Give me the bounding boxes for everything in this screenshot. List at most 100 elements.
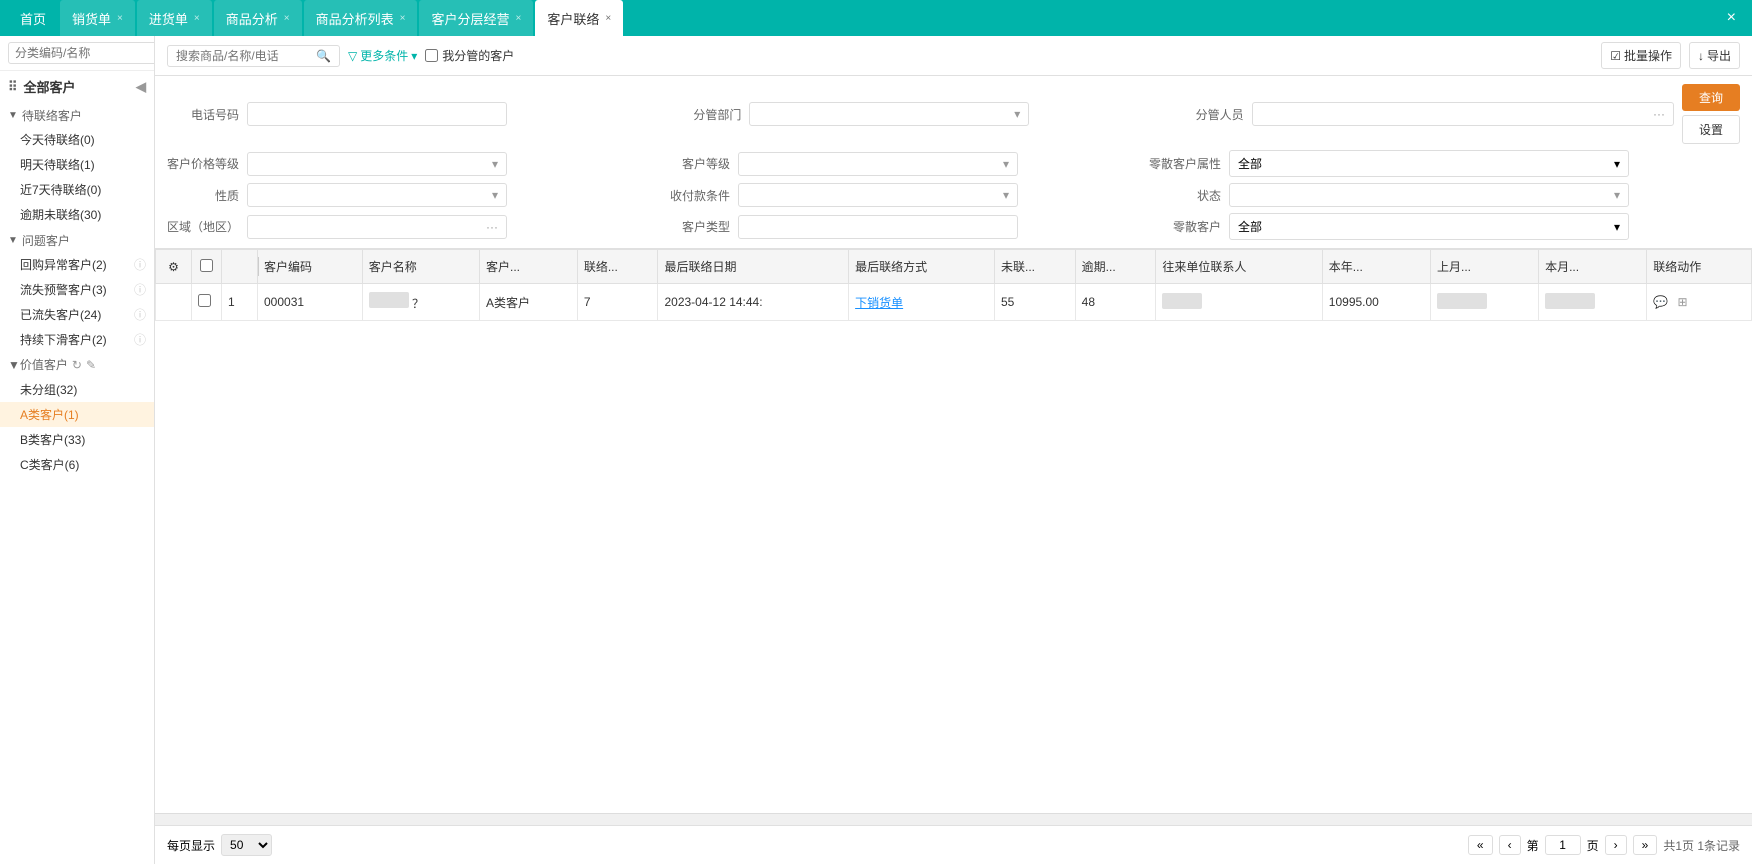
- all-customers-header[interactable]: ⠿ 全部客户 ◀: [0, 71, 154, 102]
- th-this-month[interactable]: 本月...: [1539, 250, 1647, 284]
- last-method-link[interactable]: 下销货单: [855, 296, 903, 310]
- nav-tab-sales[interactable]: 销货单 ×: [60, 0, 135, 36]
- price-level-select[interactable]: ▾: [247, 152, 507, 176]
- horizontal-scrollbar[interactable]: [155, 813, 1752, 825]
- tab-customer-contact-close[interactable]: ×: [605, 13, 611, 24]
- sidebar-item-ungrouped[interactable]: 未分组(32): [0, 377, 154, 402]
- more-conditions-label: 更多条件: [360, 47, 408, 64]
- nav-tab-customer-contact[interactable]: 客户联络 ×: [535, 0, 623, 36]
- sidebar-item-7days[interactable]: 近7天待联络(0): [0, 177, 154, 202]
- payment-select[interactable]: ▾: [738, 183, 1018, 207]
- search-icon[interactable]: 🔍: [316, 49, 331, 63]
- nav-tab-purchase[interactable]: 进货单 ×: [137, 0, 212, 36]
- th-contacts-person[interactable]: 往来单位联系人: [1156, 250, 1322, 284]
- th-contact-count-label: 联络...: [584, 260, 618, 274]
- page-prev-group-button[interactable]: «: [1468, 835, 1493, 855]
- more-conditions-button[interactable]: ▽ 更多条件 ▾: [348, 47, 417, 64]
- sidebar-item-churn[interactable]: 流失预警客户(3) ⓘ: [0, 277, 154, 302]
- tab-sales-close[interactable]: ×: [117, 13, 123, 24]
- page-size-select[interactable]: 50 100: [221, 834, 272, 856]
- overdue-label: 逾期未联络(30): [20, 206, 101, 223]
- sidebar-item-repurchase[interactable]: 回购异常客户(2) ⓘ: [0, 252, 154, 277]
- sidebar-item-lost[interactable]: 已流失客户(24) ⓘ: [0, 302, 154, 327]
- page-number-input[interactable]: [1545, 835, 1581, 855]
- group-pending-contact[interactable]: ▼ 待联络客户: [0, 102, 154, 127]
- nav-tab-analysis-list[interactable]: 商品分析列表 ×: [304, 0, 418, 36]
- export-button[interactable]: ↓ 导出: [1689, 42, 1740, 69]
- sparse-select[interactable]: 全部 ▾: [1229, 213, 1629, 240]
- th-name[interactable]: 客户名称: [362, 250, 479, 284]
- batch-op-button[interactable]: ☑ 批量操作: [1601, 42, 1681, 69]
- customer-type-input[interactable]: [738, 215, 1018, 239]
- tab-customer-tier-close[interactable]: ×: [515, 13, 521, 24]
- sidebar-item-overdue[interactable]: 逾期未联络(30): [0, 202, 154, 227]
- window-close-button[interactable]: ×: [1719, 9, 1744, 27]
- sparse-attr-select[interactable]: 全部 ▾: [1229, 150, 1629, 177]
- top-navigation: 首页 销货单 × 进货单 × 商品分析 × 商品分析列表 × 客户分层经营 × …: [0, 0, 1752, 36]
- customer-level-chevron-icon: ▾: [1003, 157, 1009, 171]
- value-refresh-icon[interactable]: ↻: [72, 358, 82, 372]
- page-next-group-button[interactable]: »: [1633, 835, 1658, 855]
- phone-input[interactable]: [247, 102, 507, 126]
- page-prev-button[interactable]: ‹: [1499, 835, 1521, 855]
- tab-analysis-close[interactable]: ×: [284, 13, 290, 24]
- th-settings[interactable]: ⚙: [156, 250, 192, 284]
- sparse-attr-chevron-icon: ▾: [1614, 157, 1620, 171]
- dept-select[interactable]: ▾: [749, 102, 1029, 126]
- batch-op-icon: ☑: [1610, 49, 1621, 63]
- sidebar-item-a-class[interactable]: A类客户(1): [0, 402, 154, 427]
- sidebar-search-input[interactable]: [8, 42, 155, 64]
- nav-tab-customer-tier[interactable]: 客户分层经营 ×: [419, 0, 533, 36]
- customers-table: ⚙ 客户编码 客户名称 客户...: [155, 249, 1752, 321]
- action-qr-icon[interactable]: ⊞: [1677, 295, 1687, 309]
- page-label: 第: [1527, 837, 1539, 854]
- query-button[interactable]: 查询: [1682, 84, 1740, 111]
- sidebar-item-today[interactable]: 今天待联络(0): [0, 127, 154, 152]
- phone-label: 电话号码: [167, 106, 247, 123]
- sidebar-item-b-class[interactable]: B类客户(33): [0, 427, 154, 452]
- tab-analysis-list-close[interactable]: ×: [400, 13, 406, 24]
- sidebar-item-declining[interactable]: 持续下滑客户(2) ⓘ: [0, 327, 154, 352]
- total-label: 页: [1587, 837, 1599, 854]
- my-customers-checkbox[interactable]: [425, 49, 438, 62]
- th-last-method[interactable]: 最后联络方式: [849, 250, 995, 284]
- group-problem-label: 问题客户: [22, 232, 70, 249]
- nature-select[interactable]: ▾: [247, 183, 507, 207]
- th-last-month[interactable]: 上月...: [1431, 250, 1539, 284]
- action-chat-icon[interactable]: 💬: [1653, 295, 1668, 309]
- region-dots-icon: ···: [486, 220, 498, 234]
- th-overdue[interactable]: 逾期...: [1075, 250, 1156, 284]
- region-label: 区域（地区）: [167, 218, 247, 235]
- th-this-year[interactable]: 本年...: [1322, 250, 1430, 284]
- td-checkbox: [192, 284, 222, 321]
- th-last-date[interactable]: 最后联络日期: [658, 250, 849, 284]
- value-edit-icon[interactable]: ✎: [86, 358, 96, 372]
- customer-level-select[interactable]: ▾: [738, 152, 1018, 176]
- person-select[interactable]: ···: [1252, 102, 1674, 126]
- region-select[interactable]: ···: [247, 215, 507, 239]
- filter-sparse: 零散客户 全部 ▾: [1149, 213, 1640, 240]
- setting-button[interactable]: 设置: [1682, 115, 1740, 144]
- group-problem-customers[interactable]: ▼ 问题客户: [0, 227, 154, 252]
- th-contact-count[interactable]: 联络...: [577, 250, 658, 284]
- th-checkbox[interactable]: [192, 250, 222, 284]
- status-select[interactable]: ▾: [1229, 183, 1629, 207]
- pagination-bar: 每页显示 50 100 « ‹ 第 页 › » 共1页 1条记录: [155, 825, 1752, 864]
- th-code[interactable]: 客户编码: [258, 250, 363, 284]
- page-next-button[interactable]: ›: [1605, 835, 1627, 855]
- td-this-year: 10995.00: [1322, 284, 1430, 321]
- sidebar-item-tomorrow[interactable]: 明天待联络(1): [0, 152, 154, 177]
- collapse-icon[interactable]: ◀: [136, 79, 146, 95]
- tab-purchase-close[interactable]: ×: [194, 13, 200, 24]
- th-level[interactable]: 客户...: [479, 250, 577, 284]
- action-buttons: 查询 设置: [1682, 84, 1740, 144]
- this-month-blocked: [1545, 293, 1595, 309]
- nav-tab-analysis[interactable]: 商品分析 ×: [214, 0, 302, 36]
- ungrouped-label: 未分组(32): [20, 381, 77, 398]
- search-input[interactable]: [176, 49, 316, 63]
- select-all-checkbox[interactable]: [200, 259, 213, 272]
- th-no-contact[interactable]: 未联...: [994, 250, 1075, 284]
- row-checkbox[interactable]: [198, 294, 211, 307]
- nav-home[interactable]: 首页: [8, 0, 58, 36]
- sidebar-item-c-class[interactable]: C类客户(6): [0, 452, 154, 477]
